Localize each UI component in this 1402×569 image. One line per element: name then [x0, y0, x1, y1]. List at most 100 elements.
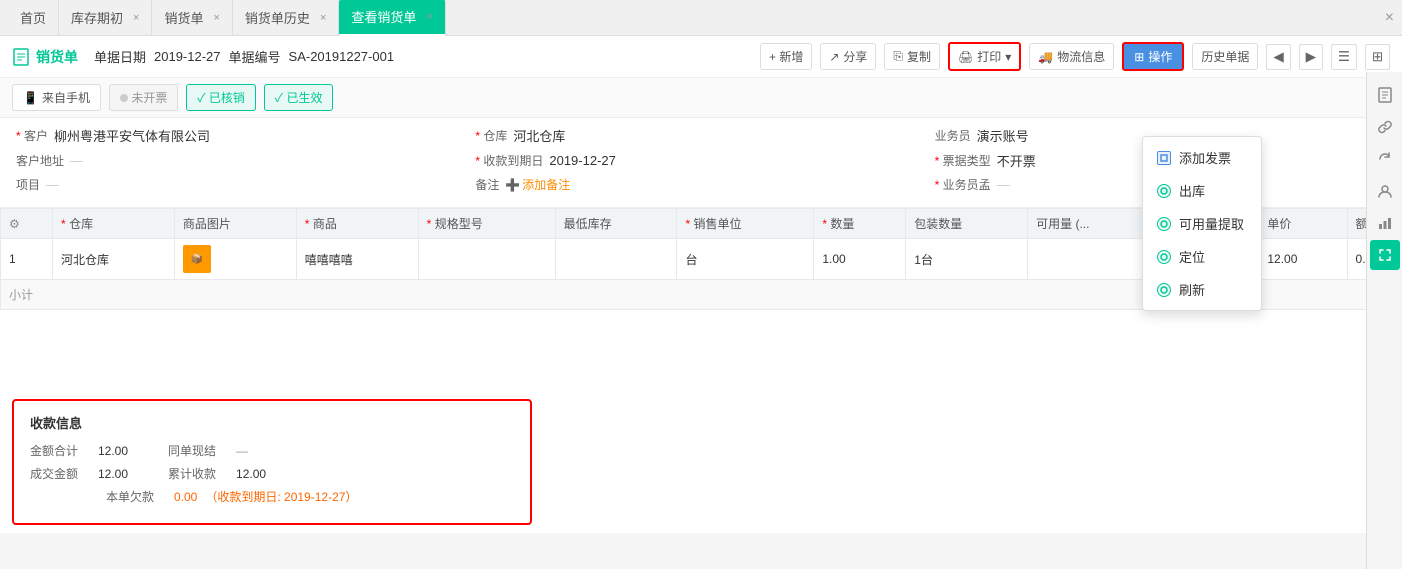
tab-sales-order-close[interactable]: ×	[213, 12, 219, 24]
tab-sales-history-close[interactable]: ×	[320, 12, 326, 24]
copy-button[interactable]: ⎘ 复制	[884, 43, 940, 70]
col-pack-qty: 包装数量	[906, 209, 1028, 239]
sidebar-doc-icon[interactable]	[1370, 80, 1400, 110]
total-amount-item: 金额合计 12.00	[30, 442, 128, 459]
tab-view-sales[interactable]: 查看销货单 ×	[339, 0, 445, 36]
grid-view-button[interactable]: ⊞	[1365, 44, 1390, 70]
rotate-icon	[1376, 150, 1394, 168]
history-button[interactable]: 历史单据	[1192, 43, 1258, 70]
share-button[interactable]: ↗ 分享	[820, 43, 876, 70]
row-pack-qty: 1台	[906, 239, 1028, 280]
remark-label: 备注	[475, 176, 499, 193]
project-value: —	[46, 177, 59, 192]
tab-sales-history[interactable]: 销货单历史 ×	[233, 0, 339, 36]
date-label: 单据日期	[94, 47, 146, 66]
add-remark-button[interactable]: ➕ 添加备注	[505, 176, 570, 193]
row-available	[1028, 239, 1160, 280]
tab-view-sales-close[interactable]: ×	[426, 11, 432, 23]
info-row-3: 本单欠款 0.00 （收款到期日: 2019-12-27）	[30, 488, 514, 505]
dropdown-locate[interactable]: 定位	[1143, 240, 1261, 273]
add-invoice-label: 添加发票	[1179, 148, 1231, 167]
sidebar-rotate-icon[interactable]	[1370, 144, 1400, 174]
number-value: SA-20191227-001	[289, 49, 395, 64]
col-spec: * 规格型号	[418, 209, 555, 239]
total-amount-label: 金额合计	[30, 442, 90, 459]
user-icon	[1376, 182, 1394, 200]
sidebar-chart-icon[interactable]	[1370, 208, 1400, 238]
warehouse-value: 河北仓库	[513, 126, 565, 145]
col-price: 单价	[1259, 209, 1347, 239]
cumulative-label: 累计收款	[168, 465, 228, 482]
unopen-button[interactable]: 未开票	[109, 84, 178, 111]
print-label: 打印	[977, 48, 1001, 65]
tab-inventory-init-close[interactable]: ×	[133, 12, 139, 24]
dropdown-available-extract[interactable]: 可用量提取	[1143, 207, 1261, 240]
right-sidebar	[1366, 72, 1402, 569]
col-image: 商品图片	[174, 209, 296, 239]
dropdown-add-invoice[interactable]: 添加发票	[1143, 141, 1261, 174]
transaction-label: 成交金额	[30, 465, 90, 482]
from-phone-label: 来自手机	[42, 89, 90, 106]
verified-label: 已核销	[209, 91, 245, 105]
sales-order-icon	[12, 48, 30, 66]
sidebar-user-icon[interactable]	[1370, 176, 1400, 206]
doc-header: 销货单 单据日期 2019-12-27 单据编号 SA-20191227-001…	[0, 36, 1402, 78]
next-button[interactable]: ▶	[1299, 44, 1323, 70]
info-row-2: 成交金额 12.00 累计收款 12.00	[30, 465, 514, 482]
total-amount-value: 12.00	[98, 444, 128, 458]
settings-icon[interactable]: ⚙	[9, 217, 20, 231]
operate-label: 操作	[1148, 48, 1172, 65]
prev-button[interactable]: ◀	[1266, 44, 1290, 70]
tab-bar: 首页 库存期初 × 销货单 × 销货单历史 × 查看销货单 × ×	[0, 0, 1402, 36]
col-settings[interactable]: ⚙	[1, 209, 53, 239]
history-label: 历史单据	[1201, 48, 1249, 65]
available-icon	[1157, 217, 1171, 231]
sidebar-expand-icon[interactable]	[1370, 240, 1400, 270]
toolbar: + 新增 ↗ 分享 ⎘ 复制 🖨 打印 ▾ 🚚 物流信息 ⊞ 操作	[760, 42, 1390, 71]
row-price: 12.00	[1259, 239, 1347, 280]
add-invoice-icon	[1157, 151, 1171, 165]
col-unit: * 销售单位	[677, 209, 814, 239]
share-icon: ↗	[829, 50, 839, 64]
new-button[interactable]: + 新增	[760, 43, 812, 70]
logistics-button[interactable]: 🚚 物流信息	[1029, 43, 1114, 70]
print-button[interactable]: 🖨 打印 ▾	[948, 42, 1021, 71]
dropdown-outbound[interactable]: 出库	[1143, 174, 1261, 207]
unopen-dot	[120, 94, 128, 102]
project-field: 项目 —	[16, 176, 467, 193]
sales-staff-value: —	[997, 177, 1010, 192]
address-value: —	[70, 153, 83, 168]
product-image: 📦	[183, 245, 211, 273]
copy-label: 复制	[907, 48, 931, 65]
row-spec	[418, 239, 555, 280]
list-view-button[interactable]: ☰	[1331, 44, 1357, 70]
col-available: 可用量 (...	[1028, 209, 1160, 239]
row-qty: 1.00	[814, 239, 906, 280]
logistics-icon: 🚚	[1038, 50, 1053, 64]
link-icon	[1376, 118, 1394, 136]
active-button[interactable]: ✓ 已生效	[264, 84, 334, 111]
payment-date-label: * 收款到期日	[475, 152, 543, 169]
number-label: 单据编号	[229, 47, 281, 66]
tab-inventory-init[interactable]: 库存期初 ×	[59, 0, 152, 36]
check-icon2: ✓	[275, 91, 283, 105]
operate-button[interactable]: ⊞ 操作	[1122, 42, 1184, 71]
tab-sales-order-label: 销货单	[164, 8, 203, 27]
tab-sales-order[interactable]: 销货单 ×	[152, 0, 232, 36]
bottom-info-title: 收款信息	[30, 413, 514, 432]
col-warehouse: * 仓库	[53, 209, 175, 239]
share-label: 分享	[843, 48, 867, 65]
verified-button[interactable]: ✓ 已核销	[186, 84, 256, 111]
owed-label: 本单欠款	[106, 488, 166, 505]
copy-icon: ⎘	[893, 49, 903, 64]
logistics-label: 物流信息	[1057, 48, 1105, 65]
tab-home[interactable]: 首页	[8, 0, 59, 36]
refresh-icon	[1157, 283, 1171, 297]
row-min-stock	[555, 239, 677, 280]
dropdown-refresh[interactable]: 刷新	[1143, 273, 1261, 306]
sidebar-link-icon[interactable]	[1370, 112, 1400, 142]
doc-icon	[1376, 86, 1394, 104]
from-phone-button[interactable]: 📱 来自手机	[12, 84, 101, 111]
payment-date-value: 2019-12-27	[549, 153, 616, 168]
tab-bar-close-btn[interactable]: ×	[1385, 9, 1394, 27]
